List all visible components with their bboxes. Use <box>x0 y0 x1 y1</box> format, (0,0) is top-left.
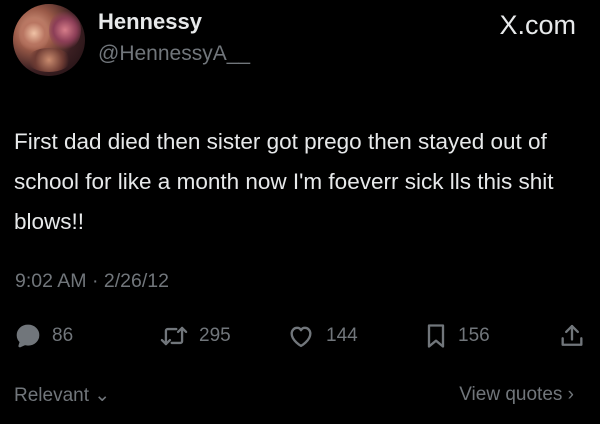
author-display-name[interactable]: Hennessy <box>98 9 202 35</box>
author-handle[interactable]: @HennessyA__ <box>98 42 250 66</box>
repost-count: 295 <box>199 325 231 346</box>
bookmark-button[interactable]: 156 <box>424 318 490 354</box>
reply-icon <box>14 322 42 350</box>
bookmark-count: 156 <box>458 325 490 346</box>
share-button[interactable] <box>558 318 586 354</box>
bookmark-icon <box>424 322 448 350</box>
tweet-text: First dad died then sister got prego the… <box>14 129 554 234</box>
share-icon <box>558 322 586 350</box>
replies-footer: Relevant ⌄ View quotes › <box>0 384 600 424</box>
like-button[interactable]: 144 <box>286 318 358 354</box>
chevron-right-icon: › <box>567 384 574 405</box>
sort-label: Relevant <box>14 385 89 406</box>
sort-dropdown[interactable]: Relevant ⌄ <box>14 384 110 407</box>
view-quotes-label: View quotes <box>459 384 563 405</box>
brand-logo: X.com <box>499 10 576 40</box>
avatar-photo-part <box>27 48 71 72</box>
view-quotes-link[interactable]: View quotes › <box>459 384 574 406</box>
like-count: 144 <box>326 325 358 346</box>
chevron-down-icon: ⌄ <box>94 385 111 406</box>
reply-count: 86 <box>52 325 74 346</box>
reply-button[interactable]: 86 <box>14 318 73 354</box>
heart-icon <box>286 322 316 350</box>
avatar[interactable] <box>13 4 85 76</box>
action-bar: 86 295 144 156 <box>0 318 600 354</box>
repost-icon <box>159 322 189 350</box>
tweet-timestamp[interactable]: 9:02 AM · 2/26/12 <box>15 270 169 293</box>
avatar-photo-part <box>19 18 49 52</box>
avatar-photo-part <box>49 10 81 50</box>
repost-button[interactable]: 295 <box>159 318 231 354</box>
tweet-card: Hennessy @HennessyA__ X.com First dad di… <box>0 0 600 406</box>
